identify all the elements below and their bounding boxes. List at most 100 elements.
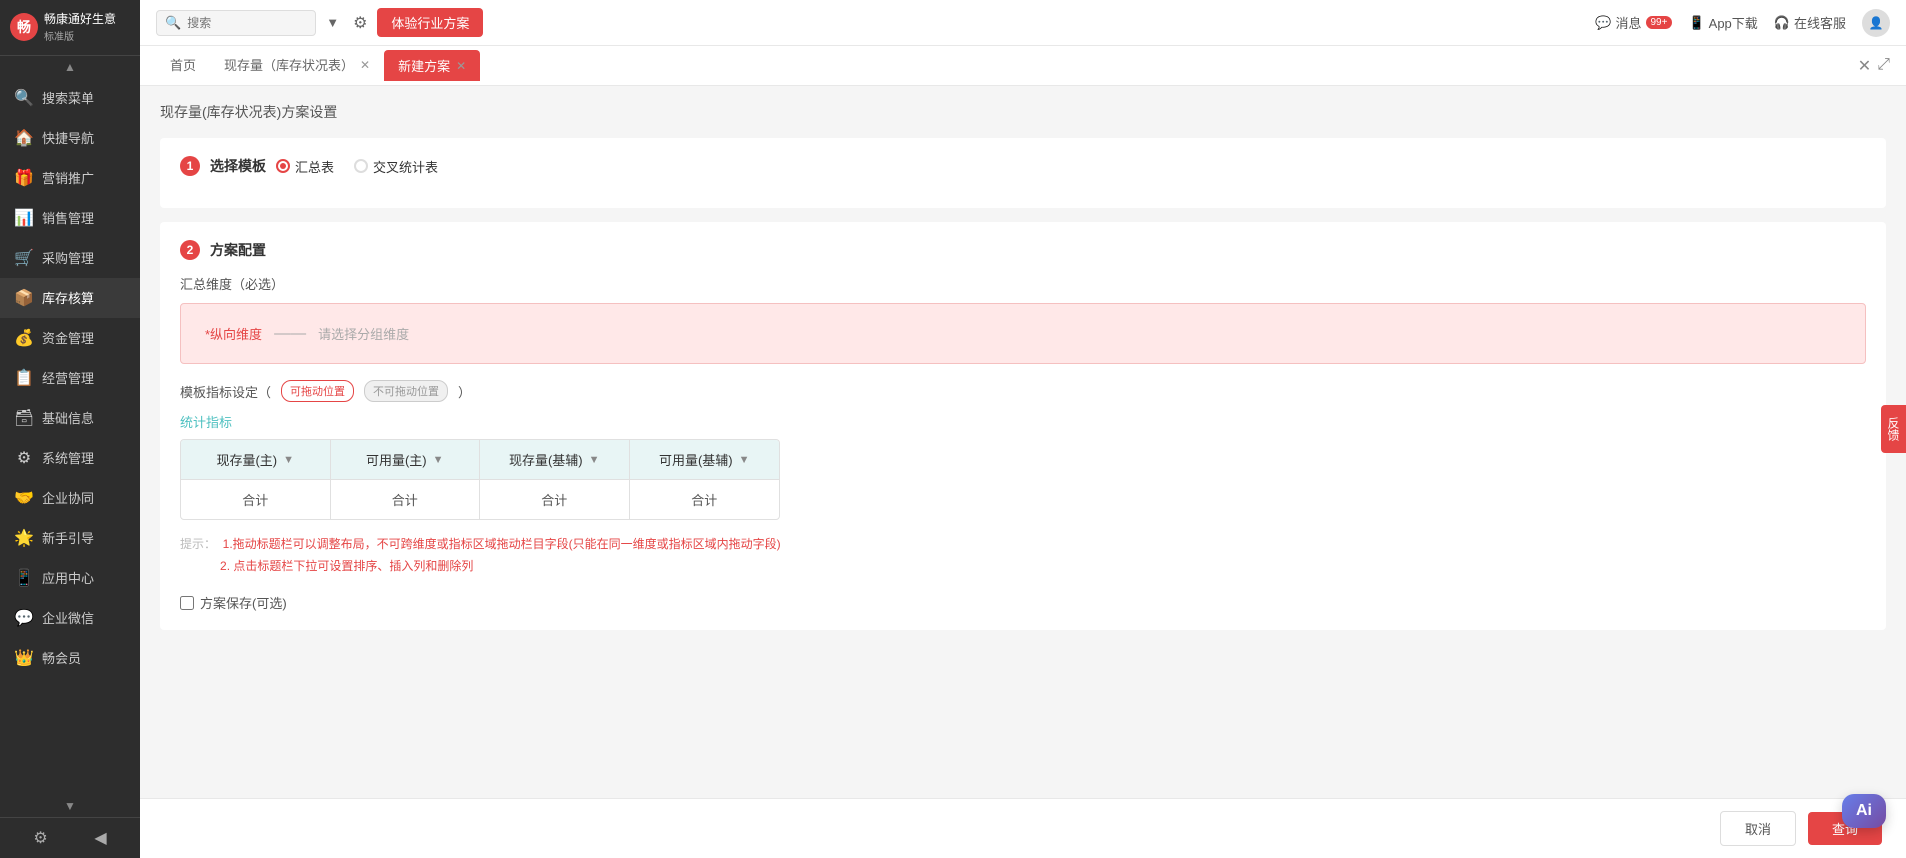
collapse-icon[interactable]: ◀ [94,828,106,848]
col-header-1[interactable]: 可用量(主) ▼ [331,440,481,479]
message-badge: 99+ [1646,16,1673,29]
col-header-3[interactable]: 可用量(基辅) ▼ [630,440,780,479]
logo-icon: 畅 [10,13,38,41]
main-area: 🔍 ▼ ⚙ 体验行业方案 💬 消息 99+ 📱 App下载 🎧 在线客服 👤 [140,0,1906,858]
sidebar-item-search[interactable]: 🔍 搜索菜单 [0,78,140,118]
tab-new-plan[interactable]: 新建方案 ✕ [384,50,480,81]
draggable-badge: 可拖动位置 [281,380,354,402]
hint-line-1: 提示： 1.拖动标题栏可以调整布局，不可跨维度或指标区域拖动栏目字段(只能在同一… [180,534,1866,556]
indicator-table-header: 现存量(主) ▼ 可用量(主) ▼ 现存量(基辅) ▼ 可用量(基辅) [181,440,779,479]
indicators-config: 模板指标设定（ 可拖动位置 不可拖动位置 ） 统计指标 现存量(主) ▼ [180,380,1866,577]
sidebar-bottom: ⚙ ◀ [0,817,140,858]
sidebar-logo: 畅 畅康通好生意 标准版 [0,0,140,56]
section-config: 2 方案配置 汇总维度（必选） *纵向维度 —— 请选择分组维度 模板指标设定（… [160,222,1886,630]
save-checkbox[interactable] [180,596,194,610]
sidebar-item-member[interactable]: 👑 畅会员 [0,638,140,678]
col-arrow-1[interactable]: ▼ [433,454,444,466]
search-box[interactable]: 🔍 [156,10,316,36]
section1-header: 1 选择模板 汇总表 交叉统计表 [180,156,1866,176]
panel-close-icon[interactable]: ✕ [1858,56,1871,76]
radio-cross[interactable]: 交叉统计表 [354,157,438,176]
col-arrow-2[interactable]: ▼ [589,454,600,466]
sidebar-item-label: 采购管理 [42,248,94,267]
sidebar-item-system[interactable]: ⚙ 系统管理 [0,438,140,478]
sidebar-item-label: 应用中心 [42,568,94,587]
right-edge-tab[interactable]: 反馈 [1881,405,1906,453]
col-header-2[interactable]: 现存量(基辅) ▼ [480,440,630,479]
topbar: 🔍 ▼ ⚙ 体验行业方案 💬 消息 99+ 📱 App下载 🎧 在线客服 👤 [140,0,1906,46]
indicators-label: 模板指标设定（ 可拖动位置 不可拖动位置 ） [180,380,1866,402]
app-download-item[interactable]: 📱 App下载 [1688,13,1757,32]
mobile-icon: 📱 [14,568,34,588]
tab-home-label: 首页 [170,55,196,74]
tab-home[interactable]: 首页 [156,47,210,84]
footer-bar: 取消 查询 [140,798,1906,858]
cancel-button[interactable]: 取消 [1720,811,1796,846]
sidebar-item-label: 企业协同 [42,488,94,507]
sidebar-item-finance[interactable]: 💰 资金管理 [0,318,140,358]
section2-header: 2 方案配置 [180,240,1866,260]
radio-dot-cross [354,159,368,173]
dropdown-icon[interactable]: ▼ [326,15,339,30]
sidebar-item-newbie[interactable]: 🌟 新手引导 [0,518,140,558]
sidebar-item-enterprise[interactable]: 🤝 企业协同 [0,478,140,518]
sidebar-item-inventory[interactable]: 📦 库存核算 [0,278,140,318]
tab-bar: 首页 现存量（库存状况表） ✕ 新建方案 ✕ ✕ ⤢ [140,46,1906,86]
radio-summary[interactable]: 汇总表 [276,157,334,176]
tab-new-close[interactable]: ✕ [456,59,466,73]
col-header-0[interactable]: 现存量(主) ▼ [181,440,331,479]
db-icon: 🗃 [14,408,34,428]
section1-number: 1 [180,156,200,176]
sidebar-item-label: 快捷导航 [42,128,94,147]
non-draggable-badge: 不可拖动位置 [364,380,448,402]
sidebar-item-label: 搜索菜单 [42,88,94,107]
box-icon: 📦 [14,288,34,308]
crown-icon: 👑 [14,648,34,668]
industry-plan-button[interactable]: 体验行业方案 [377,8,483,37]
col-arrow-0[interactable]: ▼ [283,454,294,466]
cell-2: 合计 [480,479,630,519]
ai-float-button[interactable]: Ai [1842,794,1886,828]
sidebar-item-marketing[interactable]: 🎁 营销推广 [0,158,140,198]
message-item[interactable]: 💬 消息 99+ [1595,13,1672,32]
sidebar-scroll-down[interactable]: ▼ [0,795,140,817]
sidebar-item-label: 畅会员 [42,648,81,667]
settings-icon[interactable]: ⚙ [353,13,367,33]
section2-title: 方案配置 [210,240,266,260]
sidebar-item-shortcuts[interactable]: 🏠 快捷导航 [0,118,140,158]
search-input[interactable] [187,16,307,30]
tab-inventory-label: 现存量（库存状况表） [224,55,354,74]
sidebar-item-label: 系统管理 [42,448,94,467]
settings-bottom-icon[interactable]: ⚙ [33,828,47,848]
search-icon: 🔍 [14,88,34,108]
sidebar-item-operation[interactable]: 📋 经营管理 [0,358,140,398]
radio-dot-summary [276,159,290,173]
online-service-item[interactable]: 🎧 在线客服 [1774,13,1846,32]
sidebar-item-label: 库存核算 [42,288,94,307]
sidebar-item-label: 资金管理 [42,328,94,347]
sidebar-item-purchase[interactable]: 🛒 采购管理 [0,238,140,278]
sidebar-item-sales[interactable]: 📊 销售管理 [0,198,140,238]
tab-inventory-close[interactable]: ✕ [360,58,370,72]
user-avatar[interactable]: 👤 [1862,9,1890,37]
sidebar-item-label: 新手引导 [42,528,94,547]
panel-expand-icon[interactable]: ⤢ [1877,56,1890,76]
chat-icon: 💬 [14,608,34,628]
tab-inventory[interactable]: 现存量（库存状况表） ✕ [210,47,384,84]
sidebar-item-label: 企业微信 [42,608,94,627]
dimension-placeholder: 请选择分组维度 [318,324,409,343]
radio-summary-label: 汇总表 [295,157,334,176]
sidebar: 畅 畅康通好生意 标准版 ▲ 🔍 搜索菜单 🏠 快捷导航 🎁 营销推广 📊 销售… [0,0,140,858]
gift-icon: 🎁 [14,168,34,188]
dimension-area[interactable]: *纵向维度 —— 请选择分组维度 [180,303,1866,364]
sidebar-scroll-up[interactable]: ▲ [0,56,140,78]
chart-icon: 📊 [14,208,34,228]
home-icon: 🏠 [14,128,34,148]
sidebar-item-apps[interactable]: 📱 应用中心 [0,558,140,598]
money-icon: 💰 [14,328,34,348]
page-title: 现存量(库存状况表)方案设置 [160,102,1886,122]
col-arrow-3[interactable]: ▼ [739,454,750,466]
sidebar-item-basic[interactable]: 🗃 基础信息 [0,398,140,438]
sidebar-item-wechat[interactable]: 💬 企业微信 [0,598,140,638]
indicator-table-body: 合计 合计 合计 合计 [181,479,779,519]
